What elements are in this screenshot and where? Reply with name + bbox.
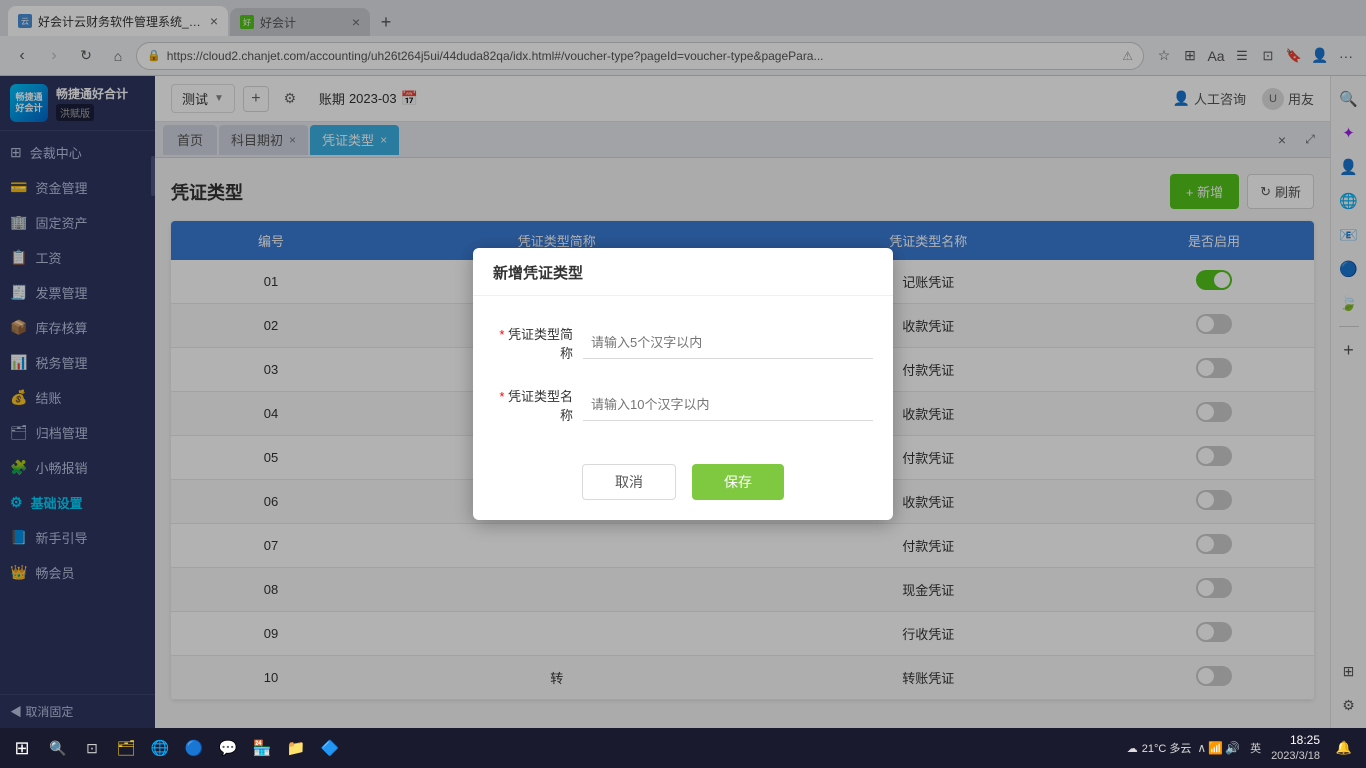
taskbar-search[interactable]: 🔍 [42, 732, 74, 764]
form-row-abbr: * 凭证类型简称 [493, 324, 873, 362]
dialog-body: * 凭证类型简称 * 凭证类型名称 [473, 296, 893, 452]
taskbar-time-block: 18:25 2023/3/18 [1271, 732, 1324, 764]
weather-icon: ☁ [1127, 742, 1138, 755]
taskbar-start[interactable]: ⊞ [4, 730, 40, 766]
signal-icon: 📶 [1208, 741, 1223, 755]
save-button[interactable]: 保存 [692, 464, 784, 500]
name-label: * 凭证类型名称 [493, 386, 583, 424]
taskbar-system-icons: ∧ 📶 🔊 [1197, 741, 1240, 755]
taskbar-date: 2023/3/18 [1271, 749, 1320, 764]
taskbar-edge2[interactable]: 🔷 [314, 732, 346, 764]
taskbar-folder[interactable]: 📁 [280, 732, 312, 764]
taskbar-wechat[interactable]: 💬 [212, 732, 244, 764]
dialog: 新增凭证类型 * 凭证类型简称 * 凭证类型名称 取消 保存 [473, 248, 893, 520]
dialog-footer: 取消 保存 [473, 452, 893, 520]
abbr-required-icon: * [499, 327, 508, 342]
name-required-icon: * [499, 389, 508, 404]
taskbar-weather: ☁ 21°C 多云 [1127, 740, 1192, 756]
dialog-overlay: 新增凭证类型 * 凭证类型简称 * 凭证类型名称 取消 保存 [0, 0, 1366, 768]
volume-icon[interactable]: 🔊 [1225, 741, 1240, 755]
form-row-name: * 凭证类型名称 [493, 386, 873, 424]
taskbar-right: ☁ 21°C 多云 ∧ 📶 🔊 英 18:25 2023/3/18 🔔 [1127, 732, 1362, 764]
taskbar-time: 18:25 [1271, 732, 1320, 749]
cancel-button[interactable]: 取消 [582, 464, 676, 500]
dialog-header: 新增凭证类型 [473, 248, 893, 296]
abbr-input[interactable] [583, 327, 873, 359]
taskbar-task-view[interactable]: ⊡ [76, 732, 108, 764]
taskbar-chrome[interactable]: 🔵 [178, 732, 210, 764]
taskbar: ⊞ 🔍 ⊡ 🗂 🌐 🔵 💬 🏪 📁 🔷 ☁ 21°C 多云 ∧ 📶 🔊 英 18… [0, 728, 1366, 768]
taskbar-notify-btn[interactable]: 🔔 [1330, 734, 1358, 762]
taskbar-edge[interactable]: 🌐 [144, 732, 176, 764]
taskbar-lang: 英 [1246, 740, 1265, 756]
name-input[interactable] [583, 389, 873, 421]
taskbar-explorer[interactable]: 🗂 [110, 732, 142, 764]
dialog-title: 新增凭证类型 [493, 262, 583, 283]
abbr-label: * 凭证类型简称 [493, 324, 583, 362]
taskbar-store[interactable]: 🏪 [246, 732, 278, 764]
weather-text: 21°C 多云 [1142, 740, 1192, 756]
chevron-up-icon[interactable]: ∧ [1197, 741, 1206, 755]
